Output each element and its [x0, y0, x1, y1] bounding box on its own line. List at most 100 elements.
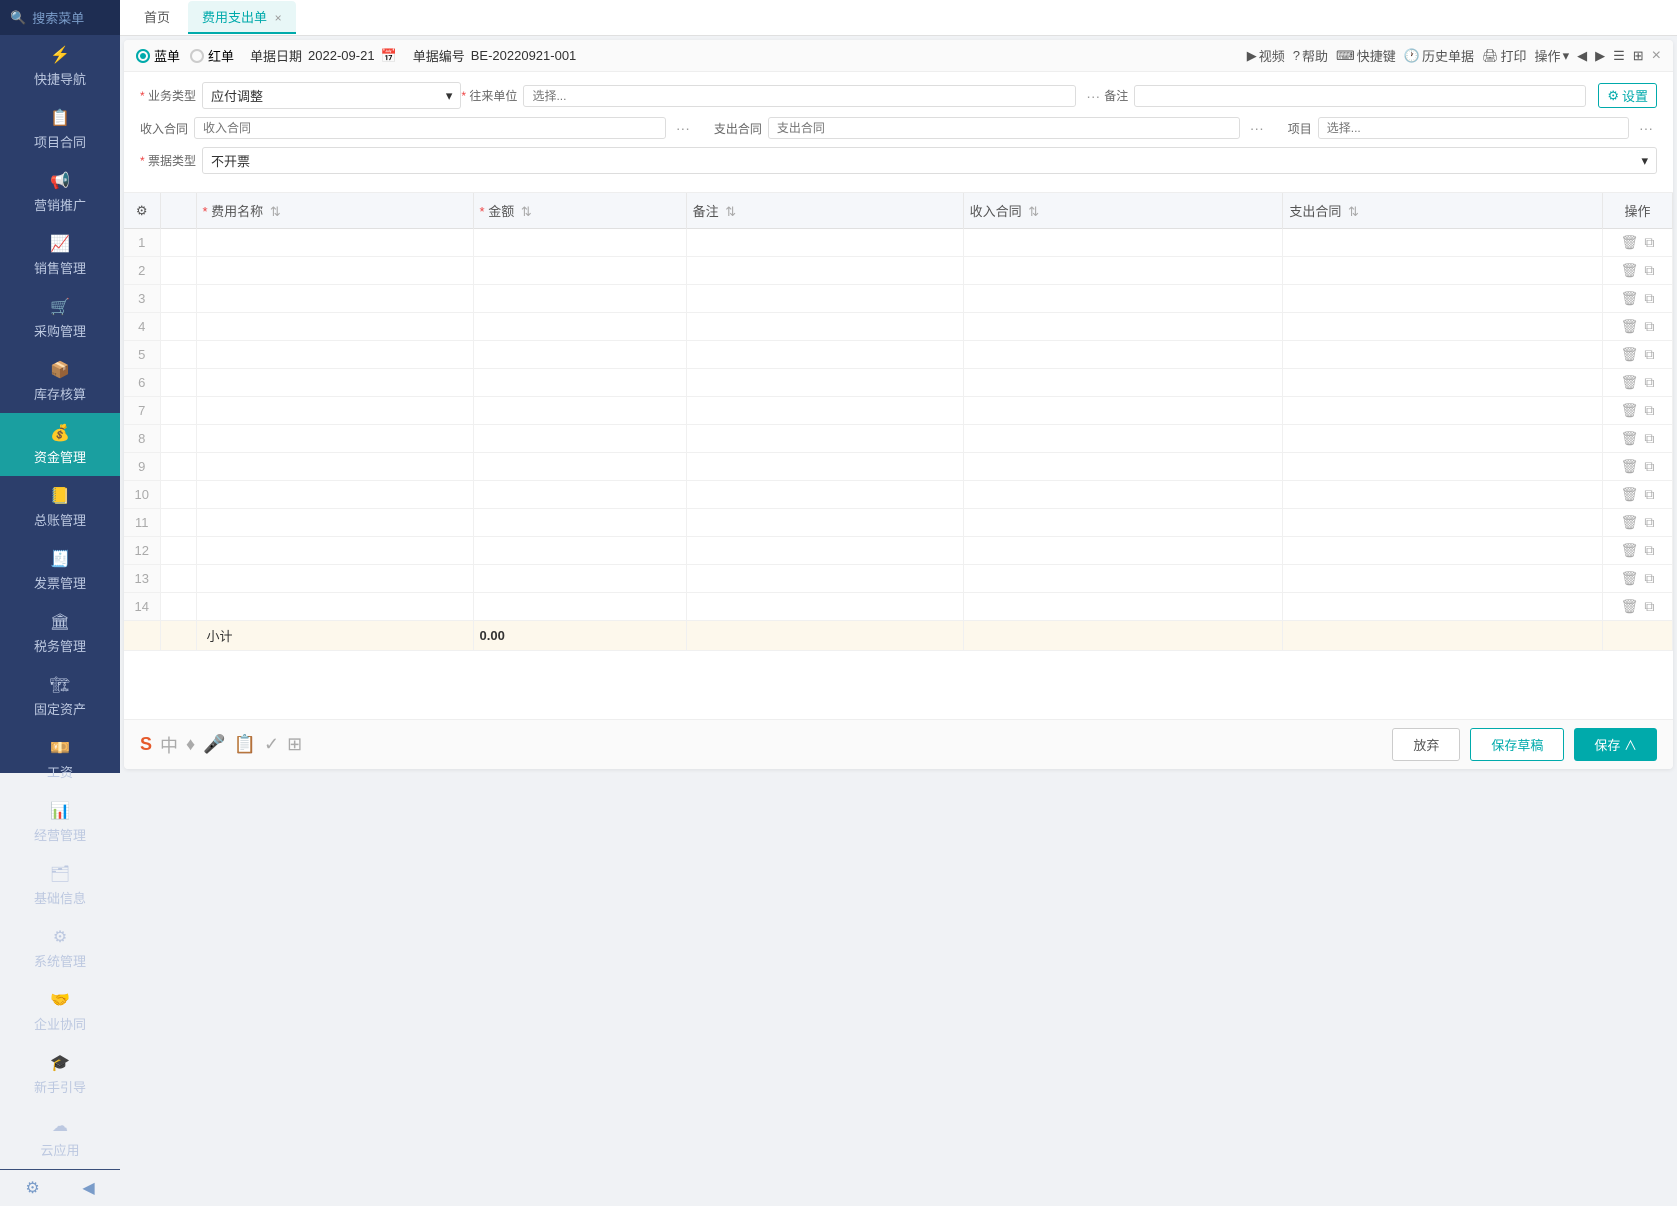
number-field-value[interactable]: BE-20220921-001 — [471, 48, 577, 63]
cell-amount-12[interactable] — [473, 537, 686, 565]
footer-icon-zhong[interactable]: 中 — [160, 732, 178, 758]
cell-income-contract-9[interactable] — [963, 453, 1283, 481]
delete-icon-2[interactable]: 🗑 — [1621, 262, 1639, 279]
history-btn[interactable]: 🕐 历史单据 — [1404, 46, 1474, 65]
footer-icon-check[interactable]: ✓ — [264, 734, 279, 755]
copy-icon-8[interactable]: ⧉ — [1644, 430, 1654, 447]
project-dots[interactable]: ··· — [1635, 120, 1657, 136]
cell-income-contract-1[interactable] — [963, 229, 1283, 257]
cell-amount-9[interactable] — [473, 453, 686, 481]
delete-icon-9[interactable]: 🗑 — [1621, 458, 1639, 475]
copy-icon-14[interactable]: ⧉ — [1644, 598, 1654, 615]
cell-amount-5[interactable] — [473, 341, 686, 369]
copy-icon-4[interactable]: ⧉ — [1644, 318, 1654, 335]
cell-amount-3[interactable] — [473, 285, 686, 313]
cell-expense-contract-8[interactable] — [1283, 425, 1603, 453]
cell-income-contract-6[interactable] — [963, 369, 1283, 397]
cell-note-13[interactable] — [686, 565, 963, 593]
cell-expense-name-10[interactable] — [196, 481, 473, 509]
cell-note-3[interactable] — [686, 285, 963, 313]
partner-input[interactable] — [523, 85, 1076, 107]
cell-expense-name-8[interactable] — [196, 425, 473, 453]
copy-icon-7[interactable]: ⧉ — [1644, 402, 1654, 419]
sidebar-item-quick-nav[interactable]: ⚡快捷导航 — [0, 35, 120, 98]
cell-note-11[interactable] — [686, 509, 963, 537]
cell-expense-name-6[interactable] — [196, 369, 473, 397]
cell-expense-contract-10[interactable] — [1283, 481, 1603, 509]
cell-income-contract-5[interactable] — [963, 341, 1283, 369]
cell-amount-13[interactable] — [473, 565, 686, 593]
copy-icon-2[interactable]: ⧉ — [1644, 262, 1654, 279]
cell-amount-4[interactable] — [473, 313, 686, 341]
cell-amount-8[interactable] — [473, 425, 686, 453]
cell-income-contract-4[interactable] — [963, 313, 1283, 341]
cell-expense-contract-7[interactable] — [1283, 397, 1603, 425]
cell-income-contract-14[interactable] — [963, 593, 1283, 621]
grid-view-icon[interactable]: ⊞ — [1633, 48, 1644, 64]
cell-income-contract-13[interactable] — [963, 565, 1283, 593]
save-button[interactable]: 保存 ∧ — [1574, 728, 1657, 761]
col-config[interactable]: ⚙ — [124, 193, 160, 229]
calendar-icon[interactable]: 📅 — [381, 48, 397, 64]
sidebar-item-operations[interactable]: 📊经营管理 — [0, 791, 120, 854]
project-input[interactable] — [1318, 117, 1629, 139]
delete-icon-12[interactable]: 🗑 — [1621, 542, 1639, 559]
delete-icon-4[interactable]: 🗑 — [1621, 318, 1639, 335]
col-amount[interactable]: 金额 ⇅ — [473, 193, 686, 229]
income-contract-input[interactable] — [194, 117, 666, 139]
cell-note-12[interactable] — [686, 537, 963, 565]
sidebar-item-inventory[interactable]: 📦库存核算 — [0, 350, 120, 413]
video-btn[interactable]: ▶ 视频 — [1247, 46, 1285, 65]
settings-bottom-icon[interactable]: ⚙ — [25, 1178, 39, 1198]
sidebar-item-project-contract[interactable]: 📋项目合同 — [0, 98, 120, 161]
copy-icon-11[interactable]: ⧉ — [1644, 514, 1654, 531]
copy-icon-12[interactable]: ⧉ — [1644, 542, 1654, 559]
delete-icon-5[interactable]: 🗑 — [1621, 346, 1639, 363]
cell-expense-contract-4[interactable] — [1283, 313, 1603, 341]
col-note[interactable]: 备注 ⇅ — [686, 193, 963, 229]
cell-note-4[interactable] — [686, 313, 963, 341]
income-contract-dots[interactable]: ··· — [672, 120, 694, 136]
cell-expense-name-1[interactable] — [196, 229, 473, 257]
copy-icon-5[interactable]: ⧉ — [1644, 346, 1654, 363]
copy-icon-13[interactable]: ⧉ — [1644, 570, 1654, 587]
shortcut-btn[interactable]: ⌨ 快捷键 — [1336, 46, 1396, 65]
sidebar-item-invoice[interactable]: 🧾发票管理 — [0, 539, 120, 602]
delete-icon-11[interactable]: 🗑 — [1621, 514, 1639, 531]
cell-income-contract-10[interactable] — [963, 481, 1283, 509]
abandon-button[interactable]: 放弃 — [1392, 728, 1460, 761]
cell-expense-contract-12[interactable] — [1283, 537, 1603, 565]
footer-icon-grid[interactable]: ⊞ — [287, 734, 302, 755]
cell-note-7[interactable] — [686, 397, 963, 425]
sidebar-item-purchase[interactable]: 🛒采购管理 — [0, 287, 120, 350]
cell-expense-name-11[interactable] — [196, 509, 473, 537]
sidebar-item-tax[interactable]: 🏛税务管理 — [0, 602, 120, 665]
cell-note-6[interactable] — [686, 369, 963, 397]
expense-contract-dots[interactable]: ··· — [1246, 120, 1268, 136]
cell-note-14[interactable] — [686, 593, 963, 621]
cell-amount-10[interactable] — [473, 481, 686, 509]
cell-amount-14[interactable] — [473, 593, 686, 621]
footer-icon-copy[interactable]: 📋 — [234, 734, 256, 755]
cell-expense-name-7[interactable] — [196, 397, 473, 425]
tab-close-icon[interactable]: × — [275, 11, 282, 25]
save-draft-button[interactable]: 保存草稿 — [1470, 728, 1564, 761]
sidebar-item-sales[interactable]: 📈销售管理 — [0, 224, 120, 287]
sidebar-item-capital[interactable]: 💰资金管理 — [0, 413, 120, 476]
delete-icon-10[interactable]: 🗑 — [1621, 486, 1639, 503]
sidebar-item-new-user[interactable]: 🎓新手引导 — [0, 1043, 120, 1106]
cell-expense-contract-1[interactable] — [1283, 229, 1603, 257]
cell-note-10[interactable] — [686, 481, 963, 509]
cell-expense-name-12[interactable] — [196, 537, 473, 565]
cell-amount-7[interactable] — [473, 397, 686, 425]
window-close-btn[interactable]: × — [1652, 47, 1661, 65]
cell-income-contract-3[interactable] — [963, 285, 1283, 313]
cell-expense-name-9[interactable] — [196, 453, 473, 481]
ops-btn[interactable]: 操作 ▾ — [1535, 46, 1570, 65]
cell-note-2[interactable] — [686, 257, 963, 285]
sidebar-item-fixed-assets[interactable]: 🏗固定资产 — [0, 665, 120, 728]
copy-icon-3[interactable]: ⧉ — [1644, 290, 1654, 307]
cell-amount-2[interactable] — [473, 257, 686, 285]
cell-expense-name-13[interactable] — [196, 565, 473, 593]
date-field-value[interactable]: 2022-09-21 — [308, 48, 375, 63]
